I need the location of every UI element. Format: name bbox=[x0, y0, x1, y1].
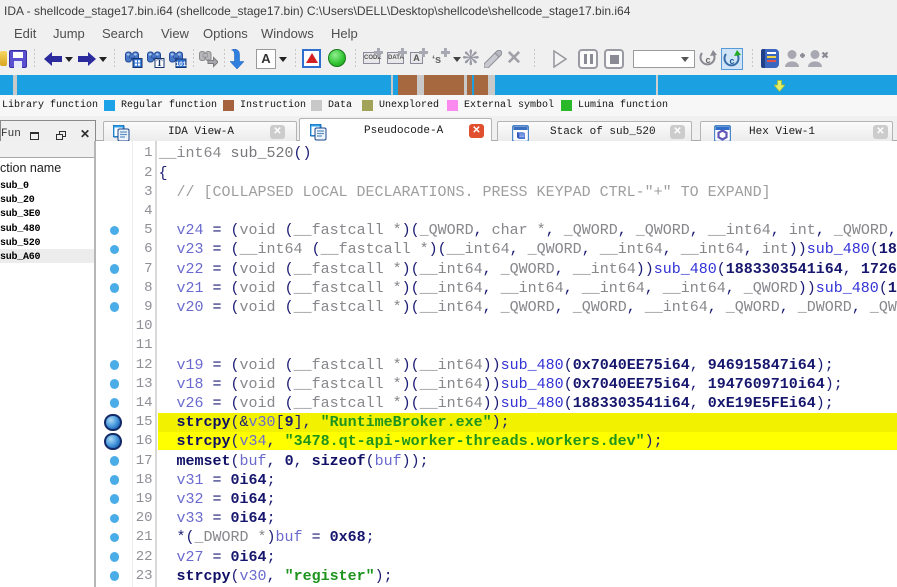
svg-text:c: c bbox=[729, 56, 734, 66]
svg-text:101: 101 bbox=[176, 61, 187, 68]
svg-text:c: c bbox=[705, 55, 710, 65]
svg-text:T: T bbox=[156, 58, 162, 68]
